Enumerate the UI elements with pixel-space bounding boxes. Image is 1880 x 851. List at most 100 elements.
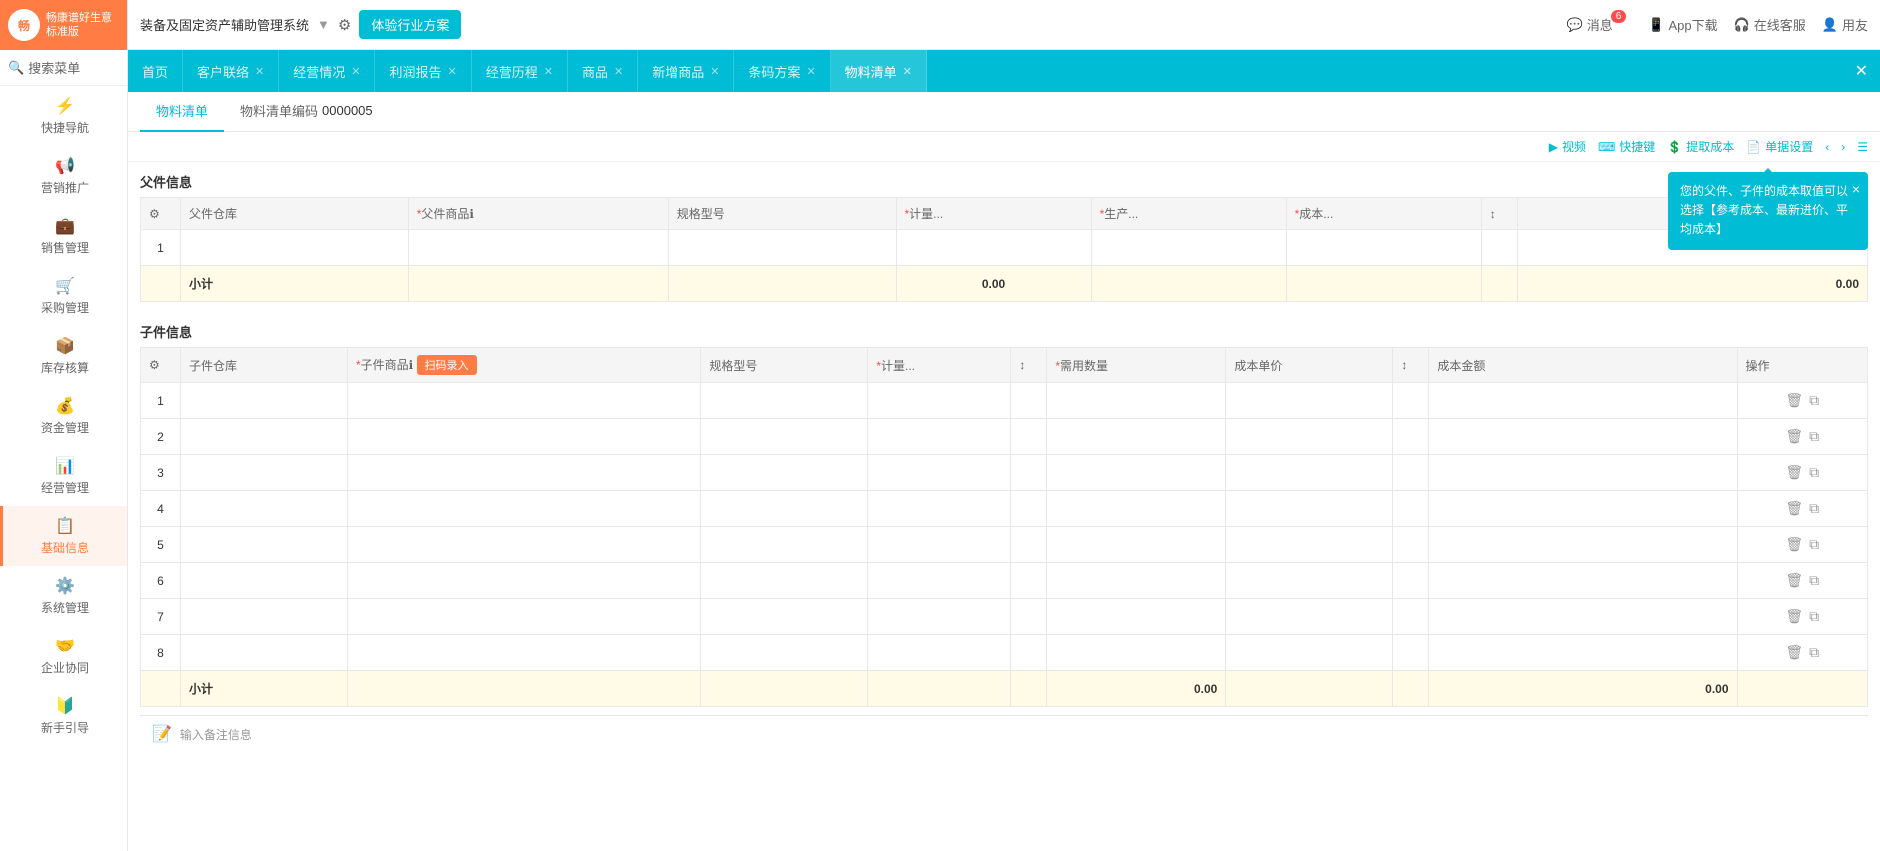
toolbar-nav-left[interactable]: ‹ [1825,140,1829,154]
nav-tab-profit[interactable]: 利润报告✕ [375,50,471,92]
toolbar-shortcut[interactable]: ⌨ 快捷键 [1598,138,1655,155]
child-row-8-warehouse[interactable] [181,635,348,671]
nav-tab-goods[interactable]: 商品✕ [568,50,638,92]
child-row-2-spec[interactable] [701,419,868,455]
child-row-3-product[interactable] [347,455,700,491]
child-row-6-qty[interactable] [1047,563,1226,599]
child-row-6-warehouse[interactable] [181,563,348,599]
sub-tab-bom-list[interactable]: 物料清单 [140,92,224,132]
child-row-7-qty[interactable] [1047,599,1226,635]
child-row-6-copy-icon[interactable]: ⧉ [1809,572,1819,589]
child-row-6-delete-icon[interactable]: 🗑 [1785,572,1803,589]
nav-tab-history[interactable]: 经营历程✕ [472,50,568,92]
child-row-3-unit-cost[interactable] [1226,455,1393,491]
toolbar-settings[interactable]: 📄 单据设置 [1746,138,1813,155]
nav-tab-close-bom[interactable]: ✕ [903,65,912,78]
sidebar-item-system[interactable]: ⚙️ 系统管理 [0,566,127,626]
toolbar-view[interactable]: ▶ 视频 [1549,138,1586,155]
child-row-6-spec[interactable] [701,563,868,599]
child-row-3-spec[interactable] [701,455,868,491]
child-row-1-qty[interactable] [1047,383,1226,419]
sidebar-item-finance[interactable]: 💰 资金管理 [0,386,127,446]
settings-icon[interactable]: ⚙ [338,16,351,34]
child-row-3-qty[interactable] [1047,455,1226,491]
child-row-4-product[interactable] [347,491,700,527]
child-row-3-copy-icon[interactable]: ⧉ [1809,464,1819,481]
child-row-2-qty[interactable] [1047,419,1226,455]
tooltip-close-button[interactable]: × [1852,178,1860,200]
child-row-4-copy-icon[interactable]: ⧉ [1809,500,1819,517]
nav-tab-close-operations[interactable]: ✕ [351,65,360,78]
sidebar-item-sales[interactable]: 💼 销售管理 [0,206,127,266]
child-row-7-product[interactable] [347,599,700,635]
child-row-2-unit-cost[interactable] [1226,419,1393,455]
child-row-1-spec[interactable] [701,383,868,419]
child-row-2-unit[interactable] [868,419,1011,455]
parent-row-1-product[interactable] [408,230,668,266]
nav-tab-customers[interactable]: 客户联络✕ [183,50,279,92]
child-row-8-unit-cost[interactable] [1226,635,1393,671]
nav-tab-close-barcode[interactable]: ✕ [806,65,815,78]
parent-row-1-unit[interactable] [896,230,1091,266]
child-row-1-product[interactable] [347,383,700,419]
child-row-5-unit[interactable] [868,527,1011,563]
message-item[interactable]: 💬 消息 6 [1567,15,1633,34]
toolbar-nav-right[interactable]: › [1841,140,1845,154]
child-row-7-copy-icon[interactable]: ⧉ [1809,608,1819,625]
nav-tab-close-profit[interactable]: ✕ [448,65,457,78]
trial-button[interactable]: 体验行业方案 [359,10,461,39]
child-row-3-warehouse[interactable] [181,455,348,491]
nav-tab-operations[interactable]: 经营情况✕ [279,50,375,92]
nav-tab-close-goods[interactable]: ✕ [614,65,623,78]
child-row-8-copy-icon[interactable]: ⧉ [1809,644,1819,661]
child-row-7-delete-icon[interactable]: 🗑 [1785,608,1803,625]
child-row-2-warehouse[interactable] [181,419,348,455]
parent-row-1-spec[interactable] [668,230,896,266]
child-row-1-unit-cost[interactable] [1226,383,1393,419]
sidebar-item-purchase[interactable]: 🛒 采购管理 [0,266,127,326]
toolbar-menu[interactable]: ☰ [1857,140,1868,154]
child-col-settings[interactable]: ⚙ [141,348,181,383]
sidebar-item-enterprise[interactable]: 🤝 企业协同 [0,626,127,686]
child-row-3-delete-icon[interactable]: 🗑 [1785,464,1803,481]
child-row-2-copy-icon[interactable]: ⧉ [1809,428,1819,445]
child-row-4-delete-icon[interactable]: 🗑 [1785,500,1803,517]
child-row-6-unit-cost[interactable] [1226,563,1393,599]
child-row-5-spec[interactable] [701,527,868,563]
child-row-4-unit[interactable] [868,491,1011,527]
child-row-5-warehouse[interactable] [181,527,348,563]
child-row-5-unit-cost[interactable] [1226,527,1393,563]
child-row-7-warehouse[interactable] [181,599,348,635]
parent-row-1-warehouse[interactable] [181,230,409,266]
nav-tab-home[interactable]: 首页 [128,50,183,92]
sidebar-item-operation[interactable]: 📊 经营管理 [0,446,127,506]
sidebar-item-guide[interactable]: 🔰 新手引导 [0,686,127,746]
child-row-7-unit[interactable] [868,599,1011,635]
toolbar-cost[interactable]: 💲 提取成本 [1667,138,1734,155]
child-row-8-qty[interactable] [1047,635,1226,671]
parent-row-1-cost[interactable] [1286,230,1481,266]
sidebar-item-marketing[interactable]: 📢 营销推广 [0,146,127,206]
child-row-4-unit-cost[interactable] [1226,491,1393,527]
parent-row-1-production[interactable] [1091,230,1286,266]
sidebar-item-inventory[interactable]: 📦 库存核算 [0,326,127,386]
child-row-8-product[interactable] [347,635,700,671]
child-row-6-unit[interactable] [868,563,1011,599]
child-row-1-delete-icon[interactable]: 🗑 [1785,392,1803,409]
parent-col-settings[interactable]: ⚙ [141,198,181,230]
nav-tab-new-goods[interactable]: 新增商品✕ [638,50,734,92]
nav-tab-close-new-goods[interactable]: ✕ [710,65,719,78]
child-row-1-warehouse[interactable] [181,383,348,419]
nav-tab-bom[interactable]: 物料清单✕ [831,50,927,92]
child-row-1-unit[interactable] [868,383,1011,419]
sidebar-search[interactable]: 🔍 搜索菜单 [0,50,127,86]
child-row-4-spec[interactable] [701,491,868,527]
child-row-6-product[interactable] [347,563,700,599]
child-row-5-copy-icon[interactable]: ⧉ [1809,536,1819,553]
child-row-5-delete-icon[interactable]: 🗑 [1785,536,1803,553]
child-row-5-product[interactable] [347,527,700,563]
child-row-2-product[interactable] [347,419,700,455]
sidebar-item-quick-nav[interactable]: ⚡ 快捷导航 [0,86,127,146]
child-row-8-delete-icon[interactable]: 🗑 [1785,644,1803,661]
sub-tab-bom-code[interactable]: 物料清单编码 0000005 [224,92,389,132]
